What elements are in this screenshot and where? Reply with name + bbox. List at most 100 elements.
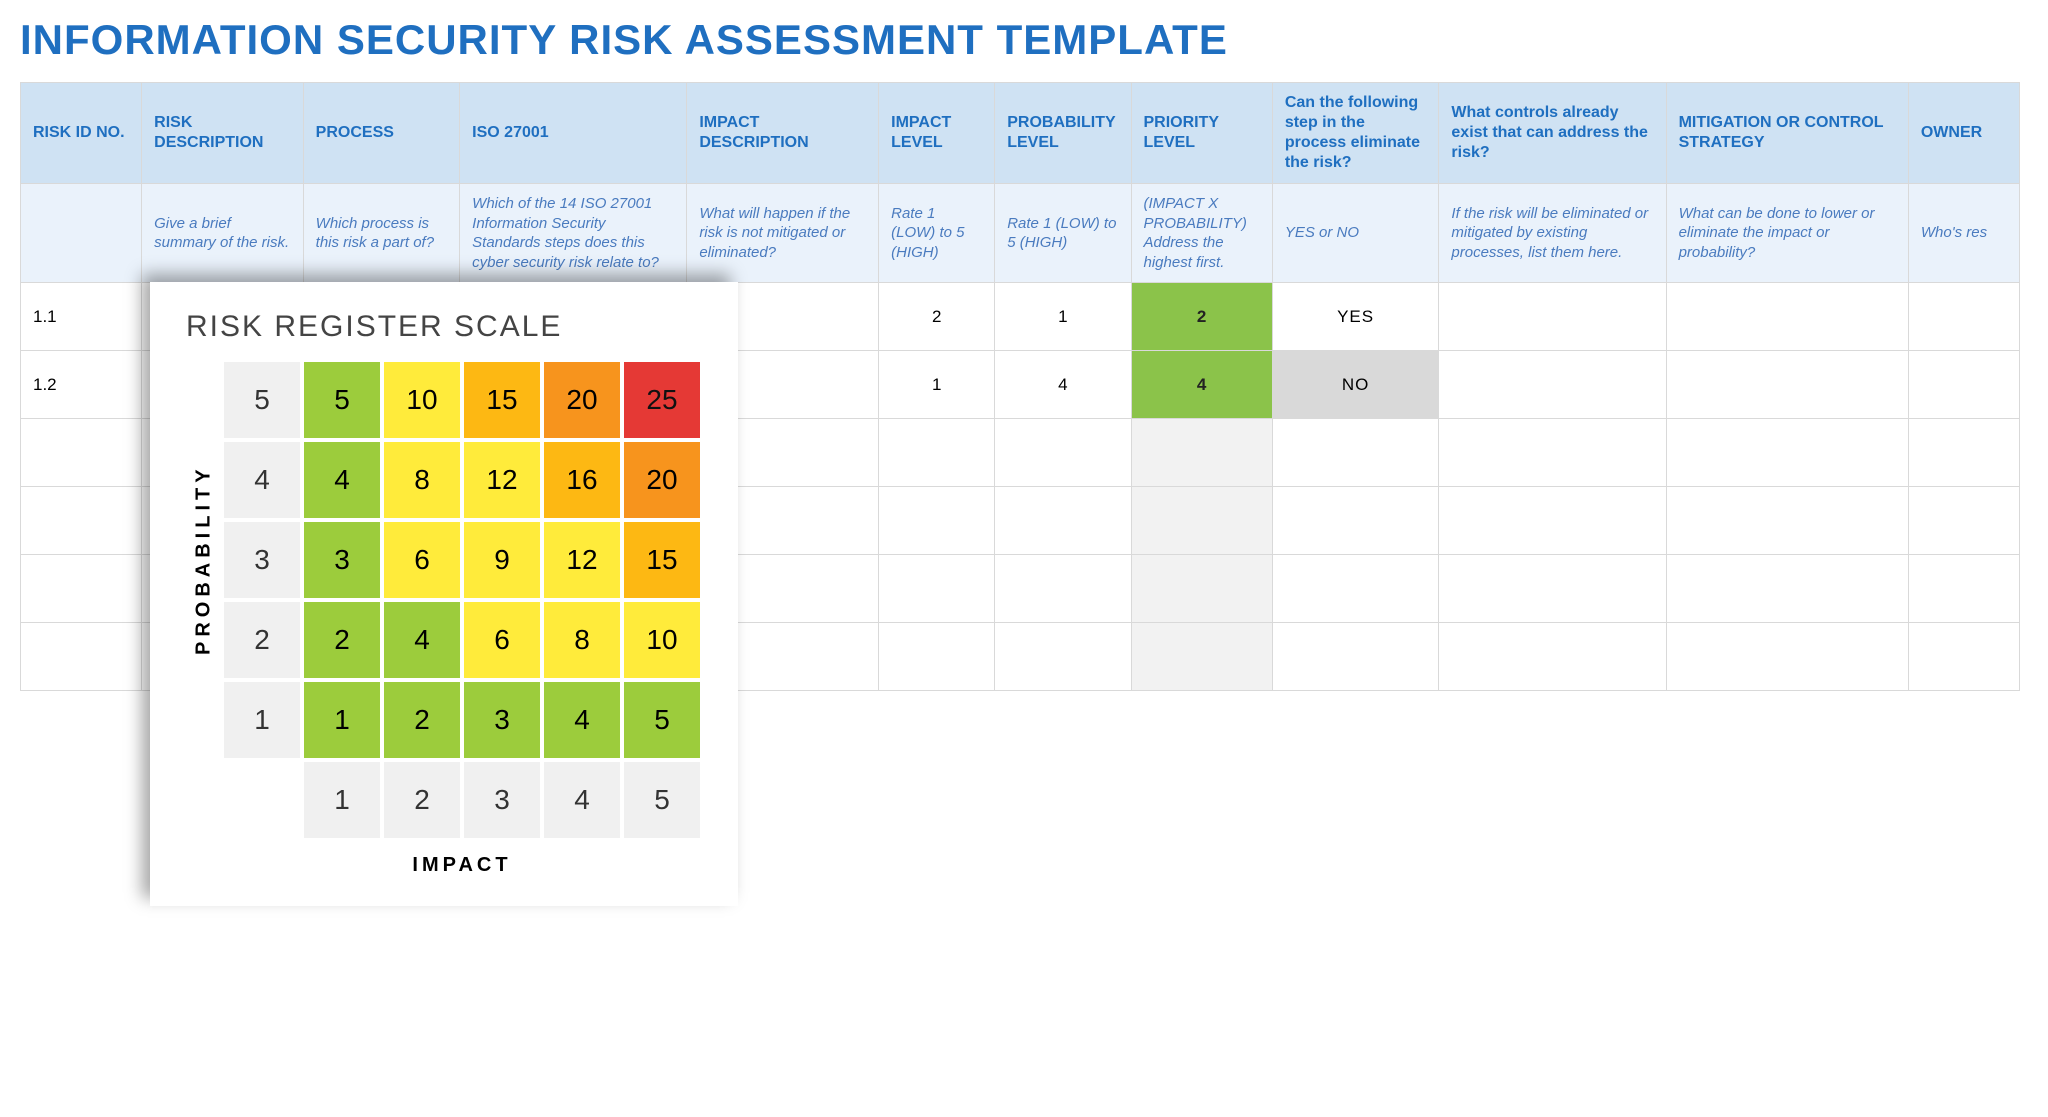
matrix-cell: 15 (462, 360, 542, 440)
hint-mitigation: What can be done to lower or eliminate t… (1666, 184, 1908, 283)
cell-risk-id[interactable] (21, 623, 142, 691)
cell-mitigation[interactable] (1666, 351, 1908, 419)
hint-priority: (IMPACT X PROBABILITY) Address the highe… (1131, 184, 1272, 283)
hint-risk-id (21, 184, 142, 283)
hint-prob-level: Rate 1 (LOW) to 5 (HIGH) (995, 184, 1131, 283)
cell-risk-id[interactable]: 1.1 (21, 283, 142, 351)
cell-prob-level[interactable] (995, 623, 1131, 691)
cell-priority[interactable]: 2 (1131, 283, 1272, 351)
matrix-prob-label: 5 (222, 360, 302, 440)
cell-priority[interactable]: 4 (1131, 351, 1272, 419)
cell-impact-level[interactable] (879, 555, 995, 623)
matrix-impact-label: 2 (382, 760, 462, 840)
hint-eliminate: YES or NO (1272, 184, 1439, 283)
hint-impact-desc: What will happen if the risk is not miti… (687, 184, 879, 283)
cell-impact-level[interactable] (879, 487, 995, 555)
hint-controls: If the risk will be eliminated or mitiga… (1439, 184, 1666, 283)
cell-owner[interactable] (1908, 283, 2019, 351)
cell-eliminate[interactable]: YES (1272, 283, 1439, 351)
matrix-prob-label: 2 (222, 600, 302, 680)
matrix-cell: 9 (462, 520, 542, 600)
matrix-impact-label: 3 (462, 760, 542, 840)
col-process: PROCESS (303, 83, 459, 184)
matrix-cell: 4 (302, 440, 382, 520)
col-impact-desc: IMPACT DESCRIPTION (687, 83, 879, 184)
cell-risk-id[interactable]: 1.2 (21, 351, 142, 419)
cell-prob-level[interactable] (995, 555, 1131, 623)
matrix-cell: 5 (622, 680, 702, 760)
cell-impact-level[interactable]: 2 (879, 283, 995, 351)
main-content: RISK ID NO. RISK DESCRIPTION PROCESS ISO… (20, 82, 2048, 691)
risk-matrix-card: RISK REGISTER SCALE PROBABILITY551015202… (150, 282, 738, 906)
col-impact-level: IMPACT LEVEL (879, 83, 995, 184)
col-iso: ISO 27001 (460, 83, 687, 184)
hint-description: Give a brief summary of the risk. (142, 184, 304, 283)
matrix-cell: 8 (542, 600, 622, 680)
matrix-cell: 3 (462, 680, 542, 760)
cell-eliminate[interactable]: NO (1272, 351, 1439, 419)
cell-owner[interactable] (1908, 351, 2019, 419)
cell-prob-level[interactable]: 1 (995, 283, 1131, 351)
matrix-cell: 12 (542, 520, 622, 600)
cell-mitigation[interactable] (1666, 283, 1908, 351)
cell-mitigation[interactable] (1666, 487, 1908, 555)
cell-prob-level[interactable] (995, 419, 1131, 487)
matrix-prob-label: 3 (222, 520, 302, 600)
cell-prob-level[interactable]: 4 (995, 351, 1131, 419)
risk-matrix-grid: PROBABILITY55101520254481216203369121522… (186, 360, 702, 876)
cell-controls[interactable] (1439, 487, 1666, 555)
cell-owner[interactable] (1908, 623, 2019, 691)
cell-owner[interactable] (1908, 487, 2019, 555)
cell-eliminate[interactable] (1272, 487, 1439, 555)
cell-controls[interactable] (1439, 419, 1666, 487)
col-description: RISK DESCRIPTION (142, 83, 304, 184)
matrix-impact-label: 4 (542, 760, 622, 840)
cell-owner[interactable] (1908, 555, 2019, 623)
cell-eliminate[interactable] (1272, 555, 1439, 623)
cell-risk-id[interactable] (21, 487, 142, 555)
cell-risk-id[interactable] (21, 419, 142, 487)
matrix-cell: 6 (382, 520, 462, 600)
matrix-cell: 2 (302, 600, 382, 680)
cell-mitigation[interactable] (1666, 555, 1908, 623)
cell-priority[interactable] (1131, 555, 1272, 623)
table-hints-row: Give a brief summary of the risk. Which … (21, 184, 2020, 283)
cell-risk-id[interactable] (21, 555, 142, 623)
matrix-cell: 2 (382, 680, 462, 760)
col-prob-level: PROBABILITY LEVEL (995, 83, 1131, 184)
cell-impact-level[interactable]: 1 (879, 351, 995, 419)
cell-priority[interactable] (1131, 487, 1272, 555)
col-mitigation: MITIGATION OR CONTROL STRATEGY (1666, 83, 1908, 184)
matrix-title: RISK REGISTER SCALE (186, 310, 702, 344)
matrix-prob-label: 1 (222, 680, 302, 760)
cell-mitigation[interactable] (1666, 623, 1908, 691)
cell-controls[interactable] (1439, 351, 1666, 419)
matrix-cell: 15 (622, 520, 702, 600)
matrix-cell: 20 (622, 440, 702, 520)
col-priority: PRIORITY LEVEL (1131, 83, 1272, 184)
cell-priority[interactable] (1131, 623, 1272, 691)
col-controls: What controls already exist that can add… (1439, 83, 1666, 184)
matrix-impact-label: 5 (622, 760, 702, 840)
hint-owner: Who's res (1908, 184, 2019, 283)
cell-impact-level[interactable] (879, 623, 995, 691)
matrix-cell: 3 (302, 520, 382, 600)
cell-eliminate[interactable] (1272, 419, 1439, 487)
cell-impact-level[interactable] (879, 419, 995, 487)
hint-process: Which process is this risk a part of? (303, 184, 459, 283)
cell-mitigation[interactable] (1666, 419, 1908, 487)
cell-controls[interactable] (1439, 555, 1666, 623)
cell-priority[interactable] (1131, 419, 1272, 487)
cell-prob-level[interactable] (995, 487, 1131, 555)
cell-controls[interactable] (1439, 283, 1666, 351)
matrix-cell: 25 (622, 360, 702, 440)
cell-eliminate[interactable] (1272, 623, 1439, 691)
cell-owner[interactable] (1908, 419, 2019, 487)
matrix-cell: 5 (302, 360, 382, 440)
matrix-cell: 10 (382, 360, 462, 440)
matrix-cell: 4 (382, 600, 462, 680)
matrix-prob-label: 4 (222, 440, 302, 520)
cell-controls[interactable] (1439, 623, 1666, 691)
matrix-impact-label: 1 (302, 760, 382, 840)
col-risk-id: RISK ID NO. (21, 83, 142, 184)
